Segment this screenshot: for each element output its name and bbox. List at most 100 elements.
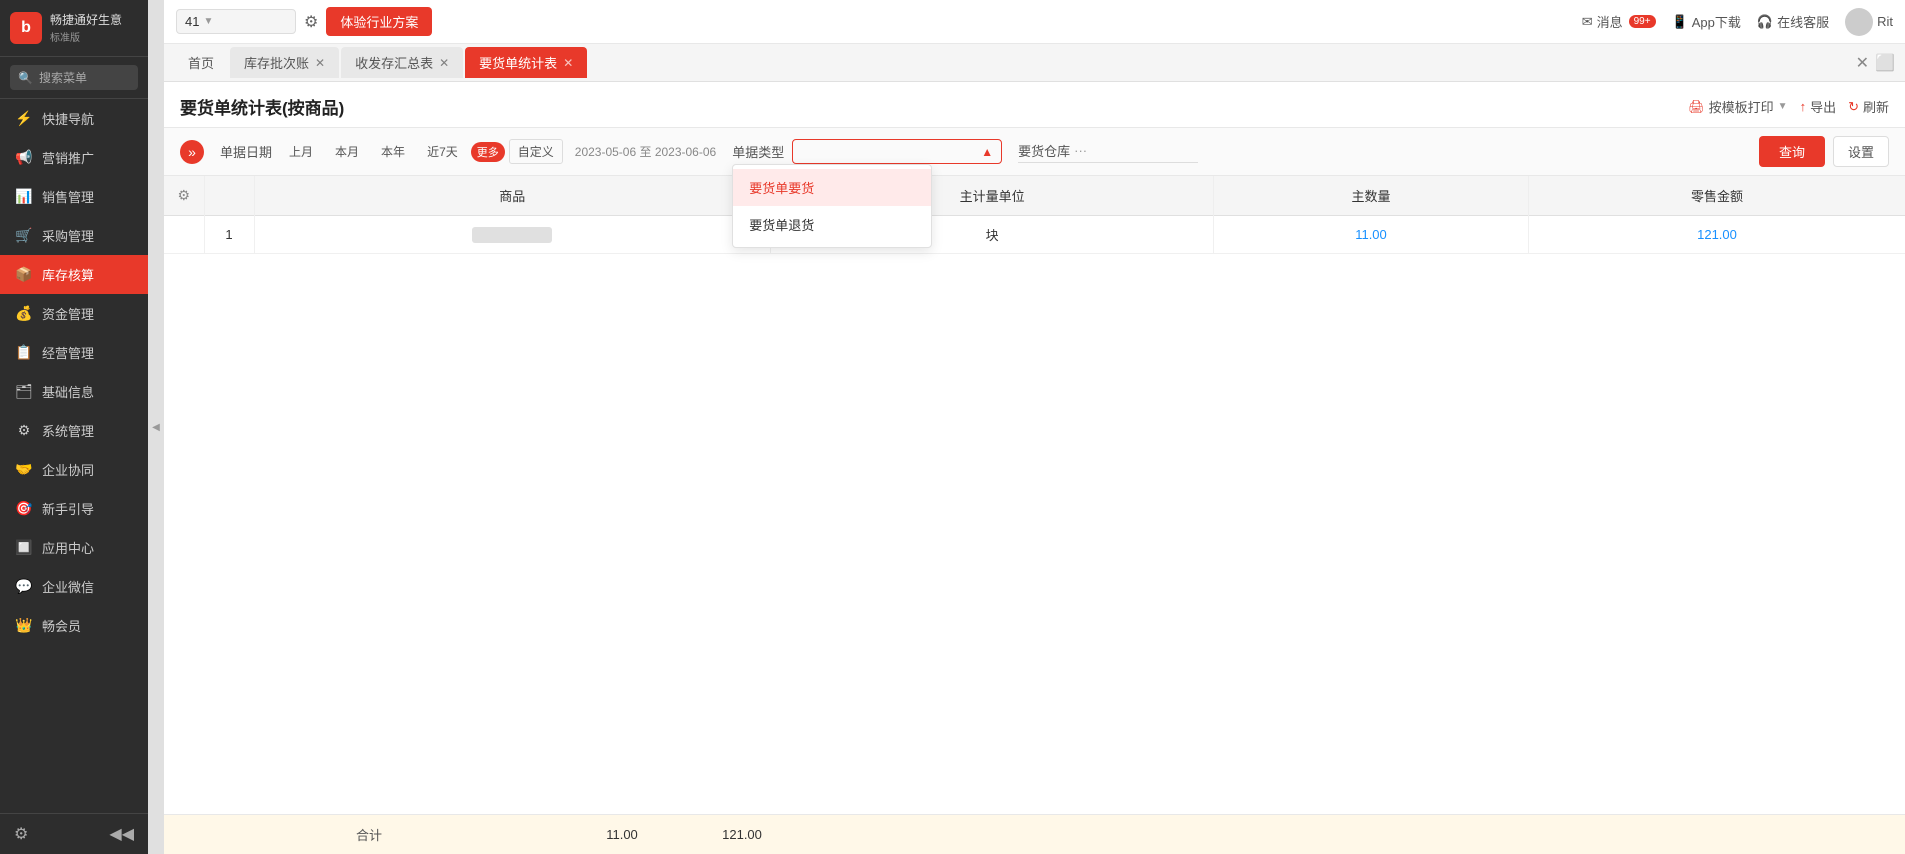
- row-settings-cell: [164, 216, 204, 254]
- sidebar-search-area[interactable]: 🔍 搜索菜单: [0, 57, 148, 99]
- store-selector[interactable]: 41 ▼: [176, 9, 296, 34]
- date-range-display: 2023-05-06 至 2023-06-06: [575, 143, 716, 160]
- date-pill-custom[interactable]: 自定义: [509, 139, 563, 164]
- dropdown-item-order-return[interactable]: 要货单退货: [733, 206, 931, 243]
- print-icon: 🖨: [1688, 99, 1705, 115]
- sidebar-footer: ⚙ ◀◀: [0, 813, 148, 854]
- membership-icon: 👑: [14, 617, 34, 634]
- expand-icon: »: [188, 144, 196, 160]
- trial-button[interactable]: 体验行业方案: [326, 7, 432, 36]
- topbar-left: 41 ▼ ⚙ 体验行业方案: [176, 7, 1582, 36]
- sidebar-item-app-center[interactable]: 🔲 应用中心: [0, 528, 148, 567]
- messages-icon: ✉: [1582, 14, 1593, 30]
- operations-icon: 📋: [14, 344, 34, 361]
- tab-receivables-summary-label: 收发存汇总表: [355, 53, 433, 72]
- search-icon: 🔍: [18, 71, 33, 85]
- sidebar-item-system[interactable]: ⚙ 系统管理: [0, 411, 148, 450]
- tab-inventory-batch-close-icon[interactable]: ✕: [315, 56, 325, 70]
- search-label: 搜索菜单: [39, 69, 87, 86]
- sidebar-toggle[interactable]: ◀: [148, 0, 164, 854]
- tab-inventory-batch[interactable]: 库存批次账 ✕: [230, 47, 339, 78]
- warehouse-more-icon[interactable]: ···: [1074, 143, 1087, 158]
- settings-button[interactable]: 设置: [1833, 136, 1889, 167]
- tab-inventory-batch-label: 库存批次账: [244, 53, 309, 72]
- export-button[interactable]: ↑ 导出: [1800, 97, 1837, 116]
- sidebar-item-wechat[interactable]: 💬 企业微信: [0, 567, 148, 606]
- filter-expand-button[interactable]: »: [180, 140, 204, 164]
- sidebar-item-operations[interactable]: 📋 经营管理: [0, 333, 148, 372]
- finance-icon: 💰: [14, 305, 34, 322]
- sidebar-nav: ⚡ 快捷导航 📢 营销推广 📊 销售管理 🛒 采购管理 📦 库存核算 💰 资金管…: [0, 99, 148, 813]
- summary-amount: 121.00: [682, 827, 802, 842]
- col-product: 商品: [254, 176, 771, 216]
- tab-receivables-close-icon[interactable]: ✕: [439, 56, 449, 70]
- tab-expand-icon[interactable]: ⬜: [1875, 53, 1895, 73]
- online-service-button[interactable]: 🎧 在线客服: [1757, 12, 1829, 31]
- sidebar-item-purchase[interactable]: 🛒 采购管理: [0, 216, 148, 255]
- refresh-button[interactable]: ↻ 刷新: [1848, 97, 1889, 116]
- settings-footer-icon[interactable]: ⚙: [14, 824, 28, 844]
- sidebar-search-button[interactable]: 🔍 搜索菜单: [10, 65, 138, 90]
- collapse-icon[interactable]: ◀◀: [109, 824, 134, 844]
- app-logo-icon: b: [10, 12, 42, 44]
- tab-receivables-summary[interactable]: 收发存汇总表 ✕: [341, 47, 463, 78]
- sidebar-item-finance[interactable]: 💰 资金管理: [0, 294, 148, 333]
- type-filter-group: 单据类型 ▲ 要货单要货 要货单退货: [732, 139, 1002, 164]
- user-avatar-group[interactable]: Rit: [1845, 8, 1893, 36]
- type-input[interactable]: [801, 144, 977, 159]
- topbar-gear-icon[interactable]: ⚙: [304, 12, 318, 32]
- tab-close-all-icon[interactable]: ✕: [1856, 53, 1869, 73]
- date-pill-more[interactable]: 更多: [471, 142, 505, 162]
- sidebar-item-guide[interactable]: 🎯 新手引导: [0, 489, 148, 528]
- system-icon: ⚙: [14, 422, 34, 439]
- col-settings-icon[interactable]: ⚙: [177, 187, 190, 203]
- type-input-wrapper[interactable]: ▲: [792, 139, 1002, 164]
- print-template-label: 按模板打印: [1709, 97, 1774, 116]
- sidebar-item-inventory[interactable]: 📦 库存核算: [0, 255, 148, 294]
- sidebar-item-label: 企业微信: [42, 577, 94, 596]
- page-title: 要货单统计表(按商品): [180, 94, 344, 119]
- dropdown-item-order-goods[interactable]: 要货单要货: [733, 169, 931, 206]
- marketing-icon: 📢: [14, 149, 34, 166]
- row-amount-cell[interactable]: 121.00: [1528, 216, 1905, 254]
- type-dropdown: 要货单要货 要货单退货: [732, 164, 932, 248]
- app-download-label: App下载: [1692, 12, 1741, 31]
- row-quantity-cell[interactable]: 11.00: [1214, 216, 1529, 254]
- sidebar-item-quick-nav[interactable]: ⚡ 快捷导航: [0, 99, 148, 138]
- amount-link[interactable]: 121.00: [1697, 227, 1737, 242]
- toggle-arrow-icon: ◀: [152, 422, 160, 433]
- product-blurred: [472, 227, 552, 243]
- enterprise-icon: 🤝: [14, 461, 34, 478]
- query-button[interactable]: 查询: [1759, 136, 1825, 167]
- filter-bar: » 单据日期 上月 本月 本年 近7天 更多 自定义 2023-05-06 至 …: [164, 127, 1905, 176]
- tab-order-stats[interactable]: 要货单统计表 ✕: [465, 47, 587, 78]
- sidebar-item-label: 快捷导航: [42, 109, 94, 128]
- messages-button[interactable]: ✉ 消息 99+: [1582, 12, 1656, 31]
- refresh-label: 刷新: [1863, 97, 1889, 116]
- tabs-right-controls: ✕ ⬜: [1856, 53, 1895, 73]
- guide-icon: 🎯: [14, 500, 34, 517]
- sidebar-item-marketing[interactable]: 📢 营销推广: [0, 138, 148, 177]
- app-download-button[interactable]: 📱 App下载: [1672, 12, 1741, 31]
- sidebar-item-enterprise[interactable]: 🤝 企业协同: [0, 450, 148, 489]
- store-number: 41: [185, 14, 199, 29]
- date-pill-prev-month[interactable]: 上月: [280, 139, 322, 164]
- date-pill-last-7[interactable]: 近7天: [418, 139, 467, 164]
- filter-actions: 查询 设置: [1759, 136, 1889, 167]
- date-pill-this-month[interactable]: 本月: [326, 139, 368, 164]
- row-index-cell: 1: [204, 216, 254, 254]
- col-settings[interactable]: ⚙: [164, 176, 204, 216]
- sidebar-item-basic[interactable]: 🗂 基础信息: [0, 372, 148, 411]
- sidebar-item-sales[interactable]: 📊 销售管理: [0, 177, 148, 216]
- app-download-icon: 📱: [1672, 14, 1688, 30]
- quantity-link[interactable]: 11.00: [1355, 227, 1387, 242]
- col-index: [204, 176, 254, 216]
- page-header-actions: 🖨 按模板打印 ▼ ↑ 导出 ↻ 刷新: [1688, 97, 1889, 116]
- sidebar-item-membership[interactable]: 👑 畅会员: [0, 606, 148, 645]
- tab-home[interactable]: 首页: [174, 47, 228, 78]
- date-pill-this-year[interactable]: 本年: [372, 139, 414, 164]
- sidebar: b 畅捷通好生意 标准版 🔍 搜索菜单 ⚡ 快捷导航 📢 营销推广 📊 销售管理…: [0, 0, 148, 854]
- sidebar-item-label: 系统管理: [42, 421, 94, 440]
- tab-order-stats-close-icon[interactable]: ✕: [563, 56, 573, 70]
- print-template-button[interactable]: 🖨 按模板打印 ▼: [1688, 97, 1787, 116]
